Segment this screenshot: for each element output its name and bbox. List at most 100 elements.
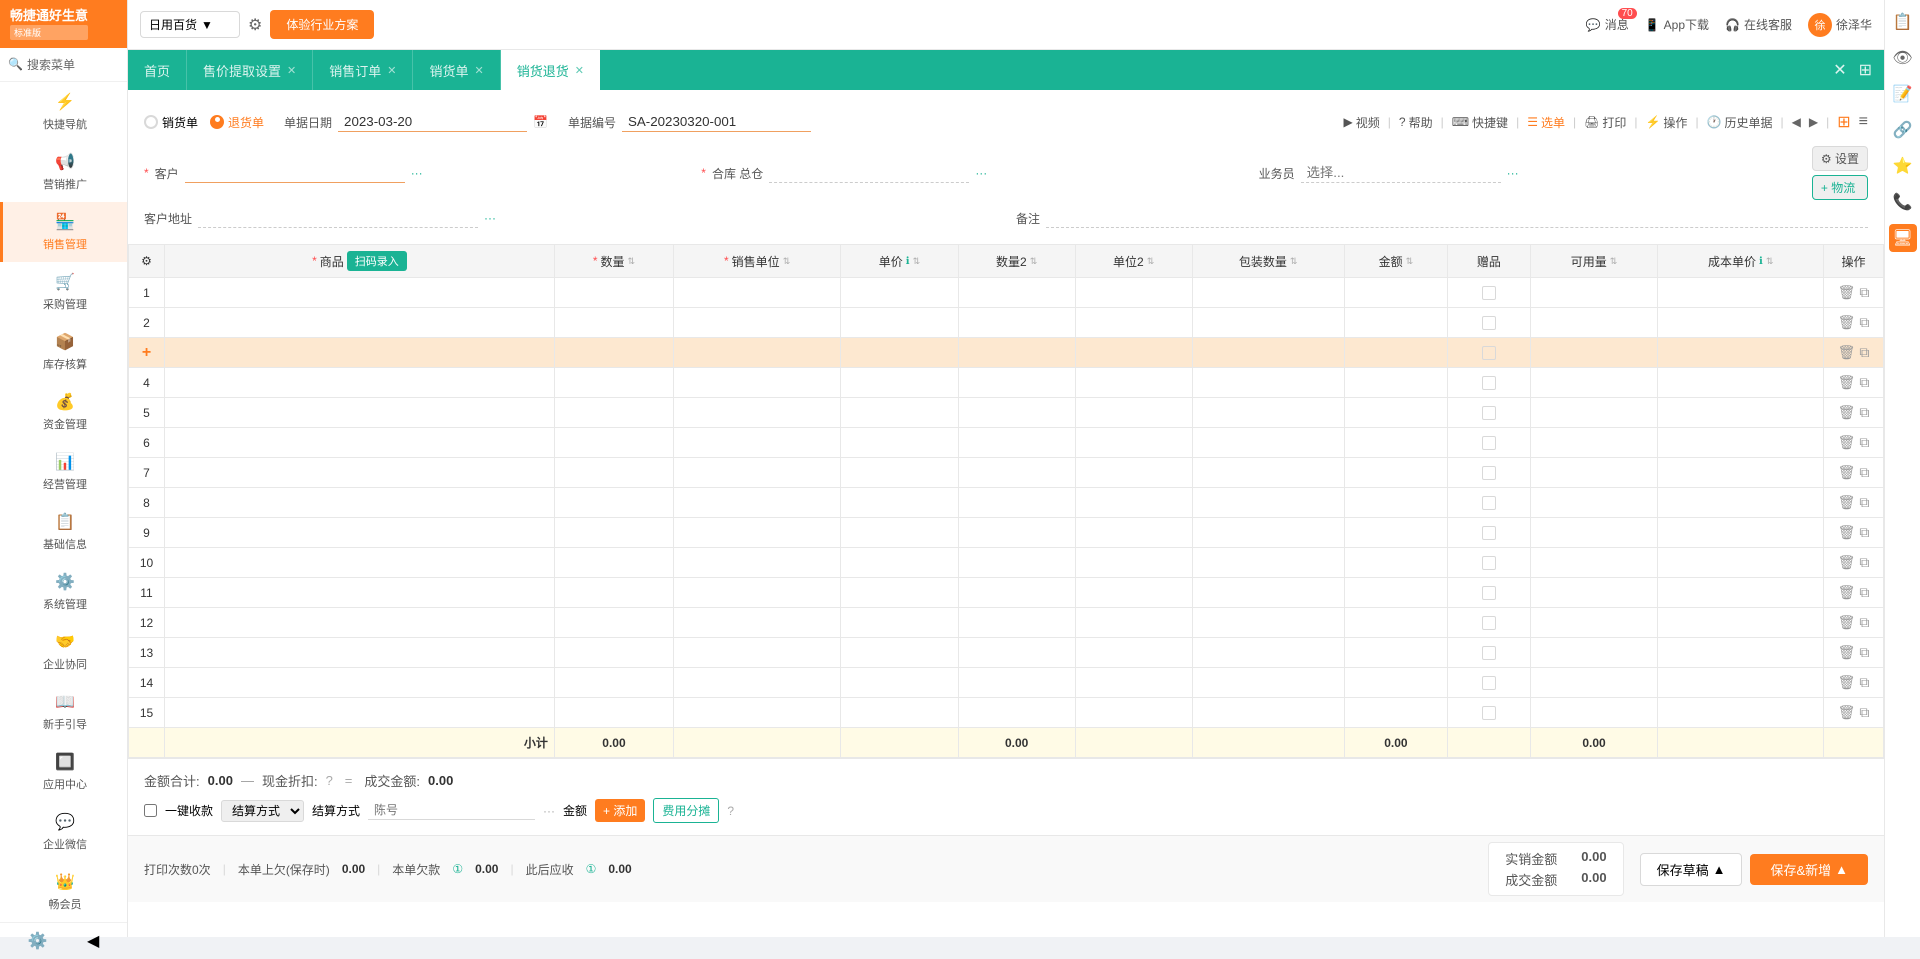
radio-return[interactable]: 退货单 — [210, 114, 264, 131]
copy-icon-12[interactable]: ⧉ — [1859, 614, 1869, 631]
toolbar-shortcut[interactable]: ⌨ 快捷键 — [1452, 114, 1508, 131]
delete-icon-15[interactable]: 🗑 — [1838, 704, 1856, 721]
product-cell-12[interactable] — [165, 608, 555, 638]
copy-icon-8[interactable]: ⧉ — [1859, 494, 1869, 511]
sidebar-item-shortcuts[interactable]: ⚡ 快捷导航 — [0, 82, 127, 142]
remarks-input[interactable] — [1046, 208, 1868, 228]
delete-icon-5[interactable]: 🗑 — [1838, 404, 1856, 421]
copy-icon-5[interactable]: ⧉ — [1859, 404, 1869, 421]
online-service-group[interactable]: 🎧 在线客服 — [1725, 16, 1792, 33]
toolbar-history[interactable]: 🕐 历史单据 — [1707, 114, 1773, 131]
date-input[interactable] — [338, 112, 527, 132]
sidebar-item-purchase[interactable]: 🛒 采购管理 — [0, 262, 127, 322]
delete-icon-3[interactable]: 🗑 — [1838, 344, 1856, 361]
sidebar-item-basics[interactable]: 📋 基础信息 — [0, 502, 127, 562]
address-more-btn[interactable]: ··· — [484, 211, 496, 225]
gift-checkbox-1[interactable] — [1482, 286, 1496, 300]
product-cell-8[interactable] — [165, 488, 555, 518]
sidebar-item-collab[interactable]: 🤝 企业协同 — [0, 622, 127, 682]
right-icon-7[interactable]: 🖥 — [1889, 224, 1917, 252]
sidebar-item-member[interactable]: 👑 畅会员 — [0, 862, 127, 922]
gift-checkbox-2[interactable] — [1482, 316, 1496, 330]
warehouse-input[interactable] — [769, 163, 969, 183]
toolbar-operation[interactable]: ⚡ 操作 — [1645, 114, 1687, 131]
grid-view-icon[interactable]: ⊞ — [1837, 112, 1850, 132]
topbar-gear-icon[interactable]: ⚙ — [248, 15, 262, 35]
right-icon-4[interactable]: 🔗 — [1889, 116, 1917, 144]
copy-icon-3[interactable]: ⧉ — [1859, 344, 1869, 361]
industry-select[interactable]: 日用百货 ▼ — [140, 11, 240, 38]
sidebar-item-apps[interactable]: 🔲 应用中心 — [0, 742, 127, 802]
toolbar-video[interactable]: ▶ 视频 — [1344, 114, 1380, 131]
gift-checkbox-13[interactable] — [1482, 646, 1496, 660]
product-input-3[interactable] — [171, 343, 548, 362]
message-group[interactable]: 💬 消息 70 — [1586, 16, 1629, 33]
split-btn[interactable]: 费用分摊 — [653, 798, 719, 823]
product-cell-5[interactable] — [165, 398, 555, 428]
col-gear[interactable]: ⚙ — [129, 245, 165, 278]
customer-more-btn[interactable]: ··· — [411, 166, 423, 180]
copy-icon-4[interactable]: ⧉ — [1859, 374, 1869, 391]
staff-input[interactable] — [1301, 163, 1501, 183]
delete-icon-6[interactable]: 🗑 — [1838, 434, 1856, 451]
tab-close-sales-out[interactable]: ✕ — [475, 64, 484, 77]
product-cell-2[interactable] — [165, 308, 555, 338]
delete-icon-10[interactable]: 🗑 — [1838, 554, 1856, 571]
tab-sales-out[interactable]: 销货单✕ — [413, 50, 500, 90]
delete-icon-8[interactable]: 🗑 — [1838, 494, 1856, 511]
delete-icon-12[interactable]: 🗑 — [1838, 614, 1856, 631]
logistics-btn[interactable]: + 物流 — [1812, 175, 1868, 200]
toolbar-select[interactable]: ☰ 选单 — [1527, 114, 1565, 131]
radio-sales[interactable]: 销货单 — [144, 114, 198, 131]
staff-more-btn[interactable]: ··· — [1507, 166, 1519, 180]
gift-checkbox-5[interactable] — [1482, 406, 1496, 420]
delete-icon-14[interactable]: 🗑 — [1838, 674, 1856, 691]
add-payment-btn[interactable]: + 添加 — [595, 799, 645, 822]
sidebar-item-system[interactable]: ⚙️ 系统管理 — [0, 562, 127, 622]
gift-checkbox-6[interactable] — [1482, 436, 1496, 450]
copy-icon-7[interactable]: ⧉ — [1859, 464, 1869, 481]
sidebar-search[interactable]: 🔍 搜索菜单 — [0, 48, 127, 82]
delete-icon-13[interactable]: 🗑 — [1838, 644, 1856, 661]
delete-icon-7[interactable]: 🗑 — [1838, 464, 1856, 481]
sidebar-item-finance[interactable]: 💰 资金管理 — [0, 382, 127, 442]
tab-close-sales-order[interactable]: ✕ — [387, 64, 396, 77]
product-cell-14[interactable] — [165, 668, 555, 698]
toolbar-help[interactable]: ? 帮助 — [1399, 114, 1433, 131]
copy-icon-14[interactable]: ⧉ — [1859, 674, 1869, 691]
gift-checkbox-10[interactable] — [1482, 556, 1496, 570]
gift-checkbox-14[interactable] — [1482, 676, 1496, 690]
warehouse-more-btn[interactable]: ··· — [975, 166, 987, 180]
sidebar-item-guide[interactable]: 📖 新手引导 — [0, 682, 127, 742]
product-cell-6[interactable] — [165, 428, 555, 458]
sidebar-item-marketing[interactable]: 📢 营销推广 — [0, 142, 127, 202]
customer-input[interactable] — [185, 163, 405, 183]
delete-icon-11[interactable]: 🗑 — [1838, 584, 1856, 601]
gift-checkbox-15[interactable] — [1482, 706, 1496, 720]
tab-close-sales-return[interactable]: ✕ — [575, 64, 584, 77]
tab-home[interactable]: 首页 — [128, 50, 187, 90]
right-icon-6[interactable]: 📞 — [1889, 188, 1917, 216]
one-click-payment-checkbox[interactable] — [144, 804, 157, 817]
app-download-group[interactable]: 📱 App下载 — [1645, 16, 1709, 33]
save-new-btn[interactable]: 保存&新增 ▲ — [1750, 854, 1868, 885]
bill-no-input[interactable] — [622, 112, 811, 132]
gift-checkbox-3[interactable] — [1482, 346, 1496, 360]
product-cell-4[interactable] — [165, 368, 555, 398]
product-cell-13[interactable] — [165, 638, 555, 668]
copy-icon-2[interactable]: ⧉ — [1859, 314, 1869, 331]
toolbar-print[interactable]: 🖨 打印 — [1584, 114, 1626, 131]
sidebar-item-wechat[interactable]: 💬 企业微信 — [0, 802, 127, 862]
expand-icon[interactable]: ⊞ — [1855, 58, 1876, 82]
save-draft-btn[interactable]: 保存草稿 ▲ — [1640, 853, 1743, 886]
list-view-icon[interactable]: ≡ — [1859, 113, 1868, 131]
delete-icon-4[interactable]: 🗑 — [1838, 374, 1856, 391]
delete-icon-2[interactable]: 🗑 — [1838, 314, 1856, 331]
right-icon-1[interactable]: 📋 — [1889, 8, 1917, 36]
copy-icon-11[interactable]: ⧉ — [1859, 584, 1869, 601]
copy-icon-6[interactable]: ⧉ — [1859, 434, 1869, 451]
tab-price-setting[interactable]: 售价提取设置✕ — [187, 50, 313, 90]
next-icon[interactable]: ▶ — [1809, 115, 1818, 129]
user-group[interactable]: 徐 徐泽华 — [1808, 13, 1872, 37]
sidebar-item-inventory[interactable]: 📦 库存核算 — [0, 322, 127, 382]
